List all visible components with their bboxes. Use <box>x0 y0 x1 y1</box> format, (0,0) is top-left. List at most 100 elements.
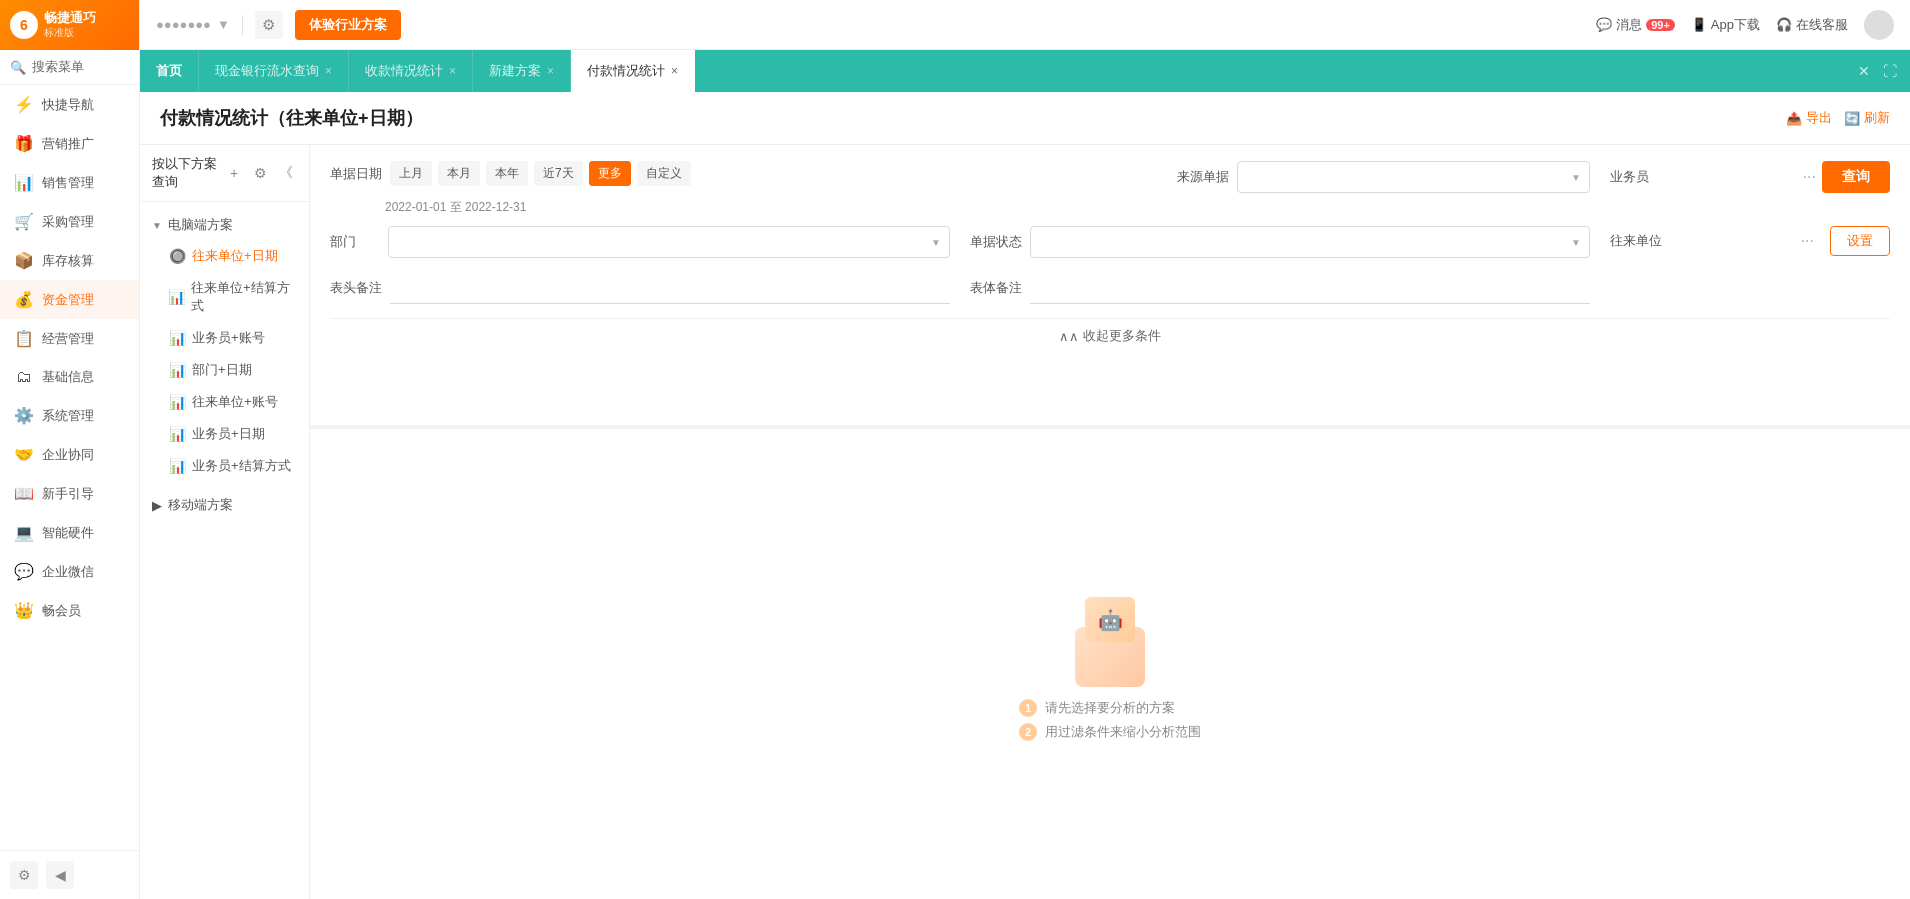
tab-cash-flow[interactable]: 现金银行流水查询 × <box>199 50 349 92</box>
message-badge: 99+ <box>1646 19 1675 31</box>
dropdown-arrow-icon[interactable]: ▼ <box>217 17 230 32</box>
tab-home[interactable]: 首页 <box>140 50 199 92</box>
table-header-note-label: 表头备注 <box>330 279 382 297</box>
company-name: ●●●●●●● <box>156 17 211 32</box>
topbar-actions: 💬 消息 99+ 📱 App下载 🎧 在线客服 <box>1596 10 1894 40</box>
app-download-icon: 📱 <box>1691 17 1707 32</box>
sidebar-search[interactable]: 🔍 搜索菜单 <box>0 50 139 85</box>
scheme-item-partner-date[interactable]: 🔘 往来单位+日期 <box>140 240 309 272</box>
query-button[interactable]: 查询 <box>1822 161 1890 193</box>
topbar-customer-service[interactable]: 🎧 在线客服 <box>1776 16 1848 34</box>
sidebar-item-sales[interactable]: 📊 销售管理 <box>0 163 139 202</box>
dept-select[interactable]: ▼ <box>388 226 950 258</box>
page-header-actions: 📤 导出 🔄 刷新 <box>1786 109 1890 127</box>
table-body-note-input[interactable] <box>1030 272 1590 304</box>
salesperson-ellipsis-icon: ··· <box>1803 168 1816 186</box>
scheme-item-salesperson-date[interactable]: 📊 业务员+日期 <box>140 418 309 450</box>
partner-filter-label: 往来单位 <box>1610 232 1662 250</box>
message-icon: 💬 <box>1596 17 1612 32</box>
tabbar: 首页 现金银行流水查询 × 收款情况统计 × 新建方案 × 付款情况统计 × ✕… <box>140 50 1910 92</box>
date-btn-last-7days[interactable]: 近7天 <box>534 161 583 186</box>
sidebar-collapse-btn[interactable]: ◀ <box>46 861 74 889</box>
sidebar-item-basic-info[interactable]: 🗂 基础信息 <box>0 358 139 396</box>
sidebar-item-label: 新手引导 <box>42 485 94 503</box>
payment-stats-tab-close[interactable]: × <box>671 64 678 78</box>
sidebar-item-purchase[interactable]: 🛒 采购管理 <box>0 202 139 241</box>
trial-industry-button[interactable]: 体验行业方案 <box>295 10 401 40</box>
scheme-chart-icon5: 📊 <box>168 426 186 442</box>
date-range-display: 2022-01-01 至 2022-12-31 <box>385 200 526 214</box>
scheme-chart-icon6: 📊 <box>168 458 186 474</box>
cash-flow-tab-close[interactable]: × <box>325 64 332 78</box>
dept-filter-label: 部门 <box>330 233 380 251</box>
sidebar-item-capital[interactable]: 💰 资金管理 <box>0 280 139 319</box>
scheme-item-salesperson-account[interactable]: 📊 业务员+账号 <box>140 322 309 354</box>
desktop-group-label: 电脑端方案 <box>168 216 233 234</box>
scheme-item-label: 部门+日期 <box>192 361 252 379</box>
sidebar-item-label: 营销推广 <box>42 135 94 153</box>
collection-stats-tab-close[interactable]: × <box>449 64 456 78</box>
sidebar-item-member[interactable]: 👑 畅会员 <box>0 591 139 630</box>
date-btn-custom[interactable]: 自定义 <box>637 161 691 186</box>
sidebar-item-system[interactable]: ⚙️ 系统管理 <box>0 396 139 435</box>
filter-source-item: 来源单据 ▼ <box>1177 161 1590 193</box>
scheme-add-btn[interactable]: + <box>223 162 245 184</box>
sidebar-item-label: 资金管理 <box>42 291 94 309</box>
app-title-block: 畅捷通巧 标准版 <box>44 10 96 40</box>
new-scheme-tab-label: 新建方案 <box>489 62 541 80</box>
sidebar-item-guide[interactable]: 📖 新手引导 <box>0 474 139 513</box>
refresh-icon: 🔄 <box>1844 111 1860 126</box>
filter-collapse-btn[interactable]: ∧∧ 收起更多条件 <box>330 318 1890 353</box>
search-icon: 🔍 <box>10 60 26 75</box>
scheme-chart-icon2: 📊 <box>168 330 186 346</box>
scheme-item-label: 业务员+日期 <box>192 425 265 443</box>
message-label: 消息 <box>1616 16 1642 34</box>
scheme-desktop-group: ▼ 电脑端方案 🔘 往来单位+日期 📊 往来单位+结算方式 📊 业务员+账号 <box>140 202 309 490</box>
settings-small-button[interactable]: 设置 <box>1830 226 1890 256</box>
date-btn-more[interactable]: 更多 <box>589 161 631 186</box>
topbar-app-download[interactable]: 📱 App下载 <box>1691 16 1760 34</box>
topbar-message[interactable]: 💬 消息 99+ <box>1596 16 1675 34</box>
sidebar-item-enterprise[interactable]: 🤝 企业协同 <box>0 435 139 474</box>
sidebar-item-label: 销售管理 <box>42 174 94 192</box>
topbar-settings-btn[interactable]: ⚙ <box>255 11 283 39</box>
sidebar-item-inventory[interactable]: 📦 库存核算 <box>0 241 139 280</box>
inventory-icon: 📦 <box>14 251 34 270</box>
date-btn-last-month[interactable]: 上月 <box>390 161 432 186</box>
sidebar-settings-btn[interactable]: ⚙ <box>10 861 38 889</box>
app-logo-icon: 6 <box>10 11 38 39</box>
sidebar-item-quick-nav[interactable]: ⚡ 快捷导航 <box>0 85 139 124</box>
group-arrow-icon: ▼ <box>152 220 162 231</box>
sidebar-item-wechat[interactable]: 💬 企业微信 <box>0 552 139 591</box>
topbar-user-avatar[interactable] <box>1864 10 1894 40</box>
collapse-up-icon: ∧∧ <box>1059 329 1079 344</box>
source-select[interactable]: ▼ <box>1237 161 1590 193</box>
scheme-item-partner-account[interactable]: 📊 往来单位+账号 <box>140 386 309 418</box>
scheme-mobile-group[interactable]: ▶ 移动端方案 <box>140 490 309 520</box>
date-btn-current-month[interactable]: 本月 <box>438 161 480 186</box>
scheme-desktop-group-title[interactable]: ▼ 电脑端方案 <box>140 210 309 240</box>
scheme-item-salesperson-settlement[interactable]: 📊 业务员+结算方式 <box>140 450 309 482</box>
tab-payment-stats[interactable]: 付款情况统计 × <box>571 50 695 92</box>
refresh-btn[interactable]: 🔄 刷新 <box>1844 109 1890 127</box>
topbar: ●●●●●●● ▼ ⚙ 体验行业方案 💬 消息 99+ 📱 App下载 🎧 在线… <box>140 0 1910 50</box>
doc-status-select[interactable]: ▼ <box>1030 226 1590 258</box>
export-btn[interactable]: 📤 导出 <box>1786 109 1832 127</box>
sidebar-item-hardware[interactable]: 💻 智能硬件 <box>0 513 139 552</box>
scheme-item-dept-date[interactable]: 📊 部门+日期 <box>140 354 309 386</box>
scheme-item-partner-settlement[interactable]: 📊 往来单位+结算方式 <box>140 272 309 322</box>
tab-close-all-btn[interactable]: ✕ <box>1852 59 1876 83</box>
sidebar-item-operation[interactable]: 📋 经营管理 <box>0 319 139 358</box>
tab-collection-stats[interactable]: 收款情况统计 × <box>349 50 473 92</box>
filter-partner-item: 往来单位 ··· 设置 <box>1610 226 1890 256</box>
new-scheme-tab-close[interactable]: × <box>547 64 554 78</box>
date-btn-current-year[interactable]: 本年 <box>486 161 528 186</box>
table-header-note-input[interactable] <box>390 272 950 304</box>
sidebar-item-label: 系统管理 <box>42 407 94 425</box>
scheme-collapse-btn[interactable]: 《 <box>275 162 297 184</box>
tab-maximize-btn[interactable]: ⛶ <box>1878 59 1902 83</box>
sidebar-item-marketing[interactable]: 🎁 营销推广 <box>0 124 139 163</box>
scheme-settings-btn[interactable]: ⚙ <box>249 162 271 184</box>
tab-new-scheme[interactable]: 新建方案 × <box>473 50 571 92</box>
sidebar-item-label: 快捷导航 <box>42 96 94 114</box>
